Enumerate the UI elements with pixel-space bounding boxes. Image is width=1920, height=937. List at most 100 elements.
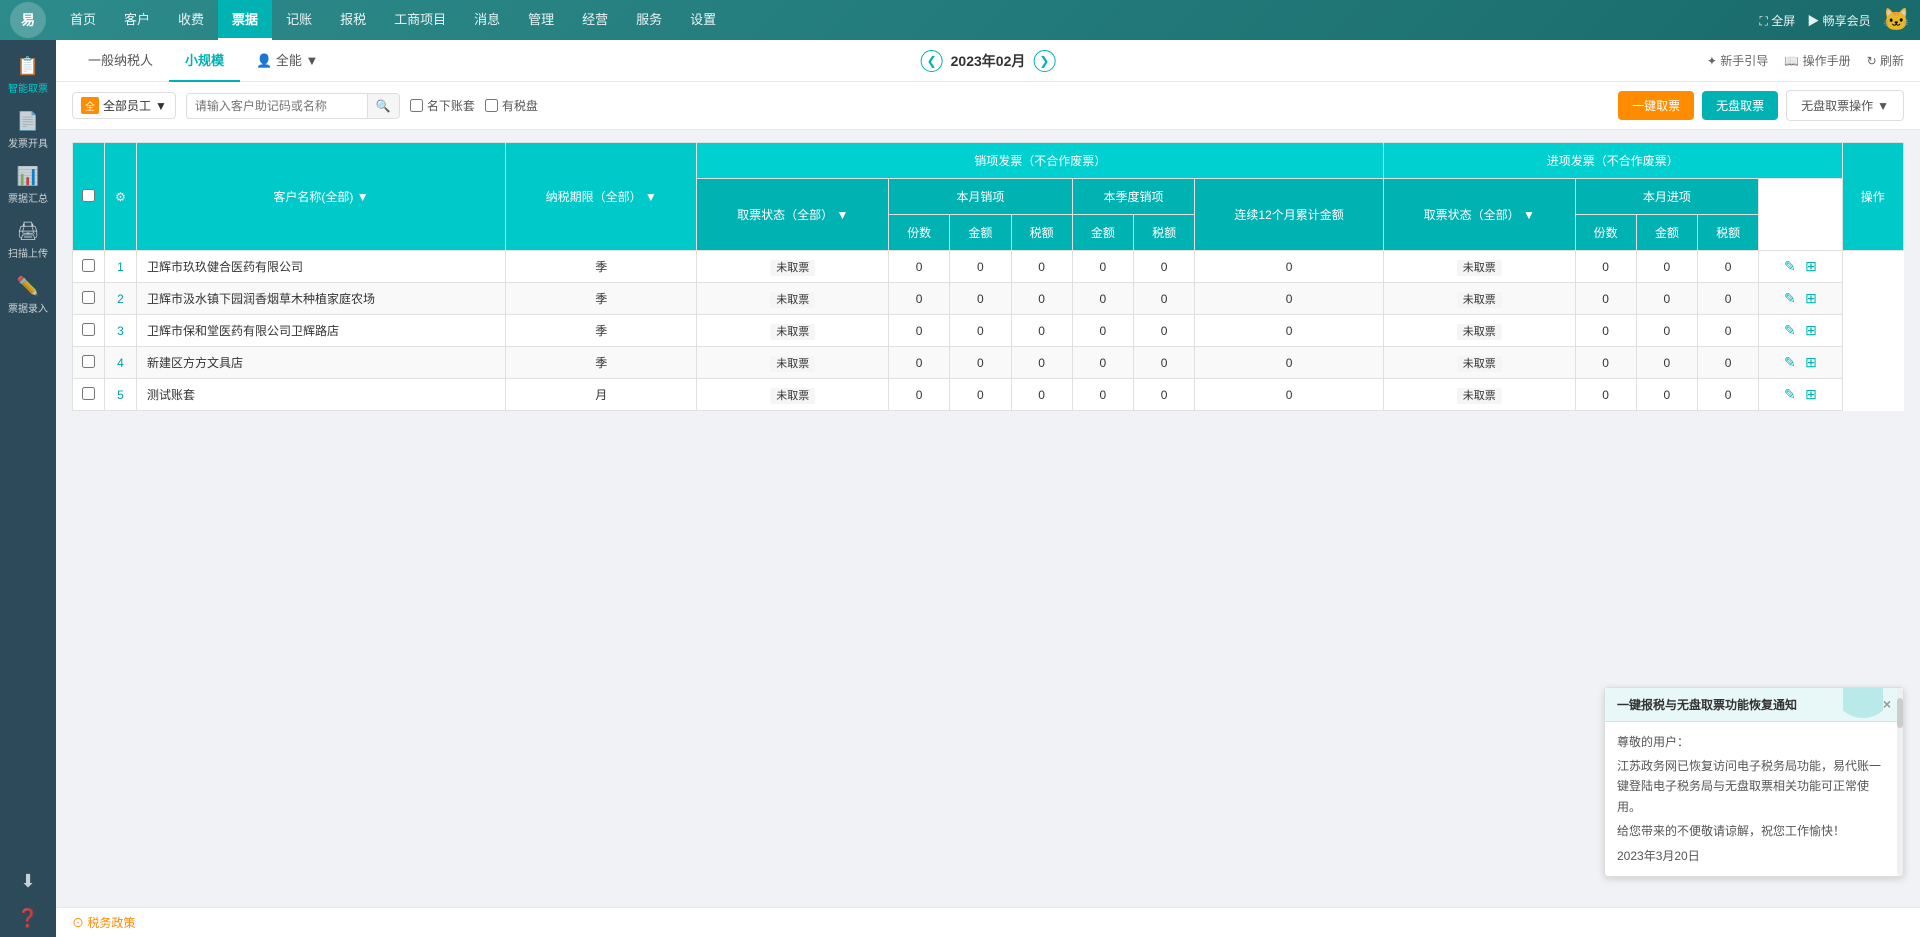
- search-button[interactable]: 🔍: [367, 94, 399, 118]
- row-detail-icon-4[interactable]: ⊞: [1805, 386, 1817, 402]
- nav-invoice[interactable]: 票据: [218, 0, 272, 40]
- row-edit-icon-4[interactable]: ✎: [1784, 386, 1796, 402]
- tab-small-scale[interactable]: 小规模: [169, 40, 240, 82]
- th-actions: 操作: [1842, 143, 1903, 251]
- prev-month-button[interactable]: ❮: [921, 50, 943, 72]
- row-checkbox-1[interactable]: [73, 283, 105, 315]
- row-purchase-amount-0: 0: [1636, 251, 1697, 283]
- tab-all-label: 全能: [276, 53, 302, 68]
- next-month-button[interactable]: ❯: [1033, 50, 1055, 72]
- tab-general-taxpayer[interactable]: 一般纳税人: [72, 40, 169, 82]
- row-purchase-fen-1: 0: [1575, 283, 1636, 315]
- sidebar-label-smart-ticket: 智能取票: [8, 80, 48, 95]
- nav-bookkeeping[interactable]: 记账: [272, 0, 326, 40]
- one-click-ticket-button[interactable]: 一键取票: [1618, 91, 1694, 120]
- employee-badge: 全: [81, 97, 99, 114]
- checkbox-my-accounts-input[interactable]: [410, 99, 423, 112]
- toolbar-left: 全 全部员工 ▼ 🔍 名下账套 有税盘: [72, 92, 1608, 119]
- nav-fee[interactable]: 收费: [164, 0, 218, 40]
- row-checkbox-input-0[interactable]: [82, 259, 95, 272]
- row-checkbox-input-3[interactable]: [82, 355, 95, 368]
- row-purchase-tax-4: 0: [1698, 379, 1759, 411]
- row-purchase-amount-1: 0: [1636, 283, 1697, 315]
- row-purchase-fen-2: 0: [1575, 315, 1636, 347]
- sub-tabs-right-actions: ✦ 新手引导 📖 操作手册 ↻ 刷新: [1707, 52, 1904, 69]
- nav-manage[interactable]: 管理: [514, 0, 568, 40]
- nav-home[interactable]: 首页: [56, 0, 110, 40]
- row-checkbox-input-2[interactable]: [82, 323, 95, 336]
- th-quarter-tax: 税额: [1134, 215, 1195, 251]
- nav-customer[interactable]: 客户: [110, 0, 164, 40]
- nav-message[interactable]: 消息: [460, 0, 514, 40]
- row-detail-icon-2[interactable]: ⊞: [1805, 322, 1817, 338]
- sidebar-item-scan-upload[interactable]: 🖨 扫描上传: [0, 213, 56, 268]
- th-customer: 客户名称(全部) ▼: [137, 143, 506, 251]
- nav-business[interactable]: 工商项目: [380, 0, 460, 40]
- logo[interactable]: 易: [10, 2, 46, 38]
- manual-button[interactable]: 📖 操作手册: [1784, 52, 1850, 69]
- nav-operation[interactable]: 经营: [568, 0, 622, 40]
- no-disk-operation-button[interactable]: 无盘取票操作 ▼: [1786, 90, 1904, 121]
- nav-settings[interactable]: 设置: [676, 0, 730, 40]
- sidebar-item-invoice-entry[interactable]: ✏️ 票据录入: [0, 268, 56, 323]
- row-checkbox-input-1[interactable]: [82, 291, 95, 304]
- row-checkbox-input-4[interactable]: [82, 387, 95, 400]
- guide-button[interactable]: ✦ 新手引导: [1707, 52, 1768, 69]
- employee-arrow-icon: ▼: [155, 99, 167, 113]
- checkbox-has-taxpad[interactable]: 有税盘: [485, 97, 538, 114]
- refresh-button[interactable]: ↻ 刷新: [1867, 52, 1904, 69]
- employee-select[interactable]: 全 全部员工 ▼: [72, 92, 176, 119]
- sidebar-item-invoice-open[interactable]: 📄 发票开具: [0, 103, 56, 158]
- row-detail-icon-1[interactable]: ⊞: [1805, 290, 1817, 306]
- sub-tabs-wrapper: 一般纳税人 小规模 👤 全能 ▼ ❮ 2023年02月 ❯ ✦ 新手引导 📖 操…: [56, 40, 1920, 82]
- th-month-purchase: 本月进项: [1575, 179, 1759, 215]
- row-tax-period-3: 季: [505, 347, 697, 379]
- nav-tax[interactable]: 报税: [326, 0, 380, 40]
- sidebar-item-invoice-summary[interactable]: 📊 票据汇总: [0, 158, 56, 213]
- row-customer-4: 测试账套: [137, 379, 506, 411]
- row-quarter-tax-1: 0: [1134, 283, 1195, 315]
- select-all-checkbox[interactable]: [82, 189, 95, 202]
- row-sales-fen-1: 0: [889, 283, 950, 315]
- nav-service[interactable]: 服务: [622, 0, 676, 40]
- tax-policy-link[interactable]: ⊙ 税务政策: [72, 914, 135, 931]
- tab-all[interactable]: 👤 全能 ▼: [240, 40, 334, 82]
- row-quarter-amount-2: 0: [1072, 315, 1133, 347]
- th-sales-group: 销项发票（不合作废票）: [697, 143, 1384, 179]
- row-edit-icon-0[interactable]: ✎: [1784, 258, 1796, 274]
- no-disk-ticket-button[interactable]: 无盘取票: [1702, 91, 1778, 120]
- row-quarter-amount-4: 0: [1072, 379, 1133, 411]
- row-checkbox-0[interactable]: [73, 251, 105, 283]
- checkbox-my-accounts[interactable]: 名下账套: [410, 97, 475, 114]
- row-checkbox-4[interactable]: [73, 379, 105, 411]
- th-purchase-group: 进项发票（不合作废票）: [1383, 143, 1842, 179]
- fullscreen-button[interactable]: ⛶ 全屏: [1760, 12, 1796, 29]
- sidebar-item-smart-ticket[interactable]: 📋 智能取票: [0, 48, 56, 103]
- row-edit-icon-1[interactable]: ✎: [1784, 290, 1796, 306]
- notification-scrollbar[interactable]: [1897, 688, 1903, 876]
- row-sales-status-1: 未取票: [697, 283, 889, 315]
- row-detail-icon-0[interactable]: ⊞: [1805, 258, 1817, 274]
- row-checkbox-3[interactable]: [73, 347, 105, 379]
- row-edit-icon-3[interactable]: ✎: [1784, 354, 1796, 370]
- th-purchase-tax: 税额: [1698, 215, 1759, 251]
- vip-button[interactable]: ▶ 畅享会员: [1807, 12, 1870, 29]
- notification-close-button[interactable]: ×: [1883, 696, 1891, 712]
- month-navigation: ❮ 2023年02月 ❯: [921, 50, 1056, 72]
- th-checkbox: [73, 143, 105, 251]
- row-edit-icon-2[interactable]: ✎: [1784, 322, 1796, 338]
- checkbox-has-taxpad-input[interactable]: [485, 99, 498, 112]
- row-checkbox-2[interactable]: [73, 315, 105, 347]
- user-avatar[interactable]: 🐱: [1883, 7, 1910, 33]
- row-customer-2: 卫辉市保和堂医药有限公司卫辉路店: [137, 315, 506, 347]
- row-sales-amount-0: 0: [950, 251, 1011, 283]
- row-purchase-tax-3: 0: [1698, 347, 1759, 379]
- row-detail-icon-3[interactable]: ⊞: [1805, 354, 1817, 370]
- search-input[interactable]: [187, 94, 367, 118]
- row-sales-tax-4: 0: [1011, 379, 1072, 411]
- sidebar-item-download[interactable]: ⬇: [0, 863, 56, 900]
- settings-icon[interactable]: ⚙: [115, 190, 126, 204]
- sidebar-item-help[interactable]: ❓: [0, 900, 56, 937]
- row-tax-period-1: 季: [505, 283, 697, 315]
- row-sales-fen-0: 0: [889, 251, 950, 283]
